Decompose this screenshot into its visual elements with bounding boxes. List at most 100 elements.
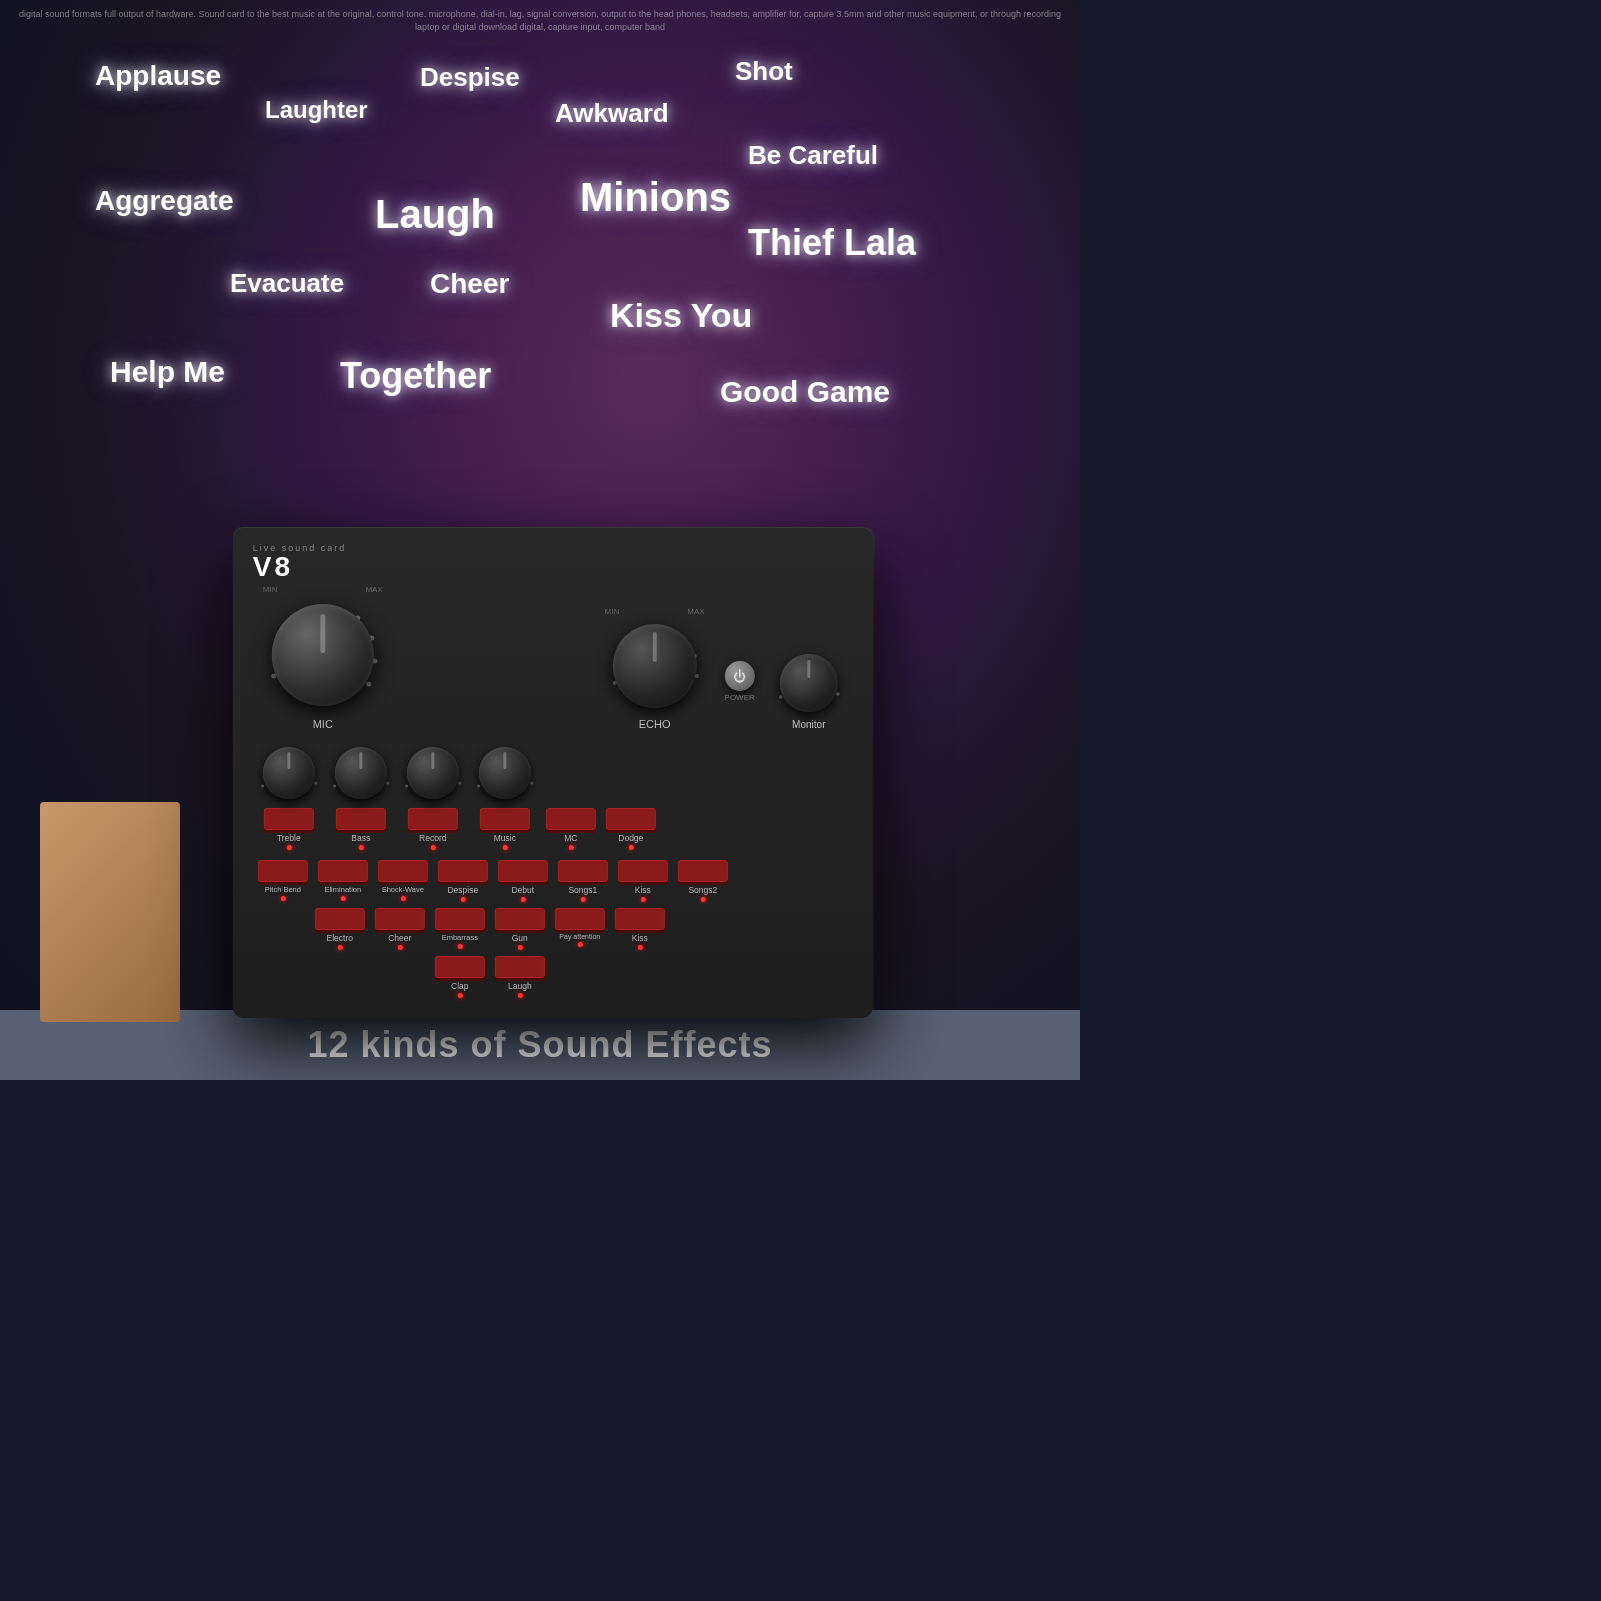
mic-knob[interactable] xyxy=(272,604,374,706)
laugh-label: Laugh xyxy=(508,981,532,991)
bass-knob[interactable] xyxy=(335,747,387,799)
cheer-label: Cheer xyxy=(388,933,411,943)
echo-knob[interactable] xyxy=(613,624,697,708)
treble-label: Treble xyxy=(277,833,301,843)
treble-knob[interactable] xyxy=(263,747,315,799)
bottom-banner-text: 12 kinds of Sound Effects xyxy=(307,1024,772,1066)
main-scene: digital sound formats full output of har… xyxy=(0,0,1080,1080)
embarrass-container: Embarrass xyxy=(435,908,485,950)
kiss-btn[interactable] xyxy=(618,860,668,882)
cheer-led xyxy=(397,945,402,950)
fifth-row: Clap Laugh xyxy=(253,956,853,998)
echo-knob-ring xyxy=(607,618,703,714)
monitor-knob[interactable] xyxy=(780,654,838,712)
floating-label-aggregate: Aggregate xyxy=(95,185,233,217)
elimination-btn[interactable] xyxy=(318,860,368,882)
laugh-btn[interactable] xyxy=(495,956,545,978)
music-indicator xyxy=(503,752,506,769)
shockwave-container: Shock-Wave xyxy=(378,860,428,902)
floating-label-be-careful: Be Careful xyxy=(748,140,878,171)
floating-label-kiss-you: Kiss You xyxy=(610,296,752,335)
gun-btn[interactable] xyxy=(495,908,545,930)
electro-btn[interactable] xyxy=(315,908,365,930)
debut-btn[interactable] xyxy=(498,860,548,882)
despise-label: Despise xyxy=(447,885,478,895)
mic-label: MIC xyxy=(313,718,333,730)
floating-label-laugh: Laugh xyxy=(375,192,495,237)
mic-knob-ring xyxy=(264,596,382,714)
device-wrapper: Live sound card V8 MIN MAX xyxy=(233,527,873,1018)
bass-led xyxy=(358,845,363,850)
gun-container: Gun xyxy=(495,908,545,950)
clap-led xyxy=(457,993,462,998)
bass-knob-ring xyxy=(330,742,392,804)
svg-point-23 xyxy=(836,692,840,696)
clap-btn[interactable] xyxy=(435,956,485,978)
dodge-container: Dodge xyxy=(606,808,656,850)
svg-point-51 xyxy=(530,781,533,784)
echo-max-label: MAX xyxy=(687,607,704,616)
elimination-label: Elimination xyxy=(324,885,361,894)
pitchbend-btn[interactable] xyxy=(258,860,308,882)
kiss2-container: Kiss xyxy=(615,908,665,950)
bass-btn[interactable] xyxy=(336,808,386,830)
mc-btn[interactable] xyxy=(546,808,596,830)
shockwave-led xyxy=(400,896,405,901)
payattention-led xyxy=(577,942,582,947)
dodge-btn[interactable] xyxy=(606,808,656,830)
songs1-btn[interactable] xyxy=(558,860,608,882)
treble-btn[interactable] xyxy=(264,808,314,830)
floating-label-minions: Minions xyxy=(580,175,731,220)
music-btn[interactable] xyxy=(480,808,530,830)
songs1-label: Songs1 xyxy=(568,885,597,895)
svg-point-24 xyxy=(261,784,264,787)
cheer-btn[interactable] xyxy=(375,908,425,930)
floating-label-together: Together xyxy=(340,355,491,397)
echo-label: ECHO xyxy=(639,718,671,730)
record-knob-ring xyxy=(402,742,464,804)
despise-led xyxy=(460,897,465,902)
record-btn[interactable] xyxy=(408,808,458,830)
elimination-container: Elimination xyxy=(318,860,368,902)
kiss2-btn[interactable] xyxy=(615,908,665,930)
payattention-btn[interactable] xyxy=(555,908,605,930)
power-button[interactable]: ⏻ xyxy=(725,661,755,691)
debut-container: Debut xyxy=(498,860,548,902)
power-area: ⏻ POWER xyxy=(725,661,755,702)
electro-container: Electro xyxy=(315,908,365,950)
songs2-btn[interactable] xyxy=(678,860,728,882)
embarrass-btn[interactable] xyxy=(435,908,485,930)
floating-label-applause: Applause xyxy=(95,60,221,92)
kiss-led xyxy=(640,897,645,902)
svg-point-38 xyxy=(405,784,408,787)
svg-point-31 xyxy=(333,784,336,787)
despise-btn[interactable] xyxy=(438,860,488,882)
echo-minmax: MIN MAX xyxy=(605,607,705,616)
svg-point-8 xyxy=(366,682,371,687)
despise-btn-container: Despise xyxy=(438,860,488,902)
music-knob[interactable] xyxy=(479,747,531,799)
payattention-label: Pay attention xyxy=(559,933,600,940)
record-knob[interactable] xyxy=(407,747,459,799)
bass-indicator xyxy=(359,752,362,769)
device-brand: V8 xyxy=(253,553,347,581)
floating-label-laughter: Laughter xyxy=(265,96,368,124)
mic-max-label: MAX xyxy=(365,585,382,594)
songs1-container: Songs1 xyxy=(558,860,608,902)
payattention-container: Pay attention xyxy=(555,908,605,950)
shockwave-btn[interactable] xyxy=(378,860,428,882)
treble-led xyxy=(286,845,291,850)
mic-knob-container: MIN MAX xyxy=(263,585,383,730)
elimination-led xyxy=(340,896,345,901)
third-row: Pitch Bend Elimination Shock-Wave xyxy=(253,860,853,902)
floating-label-cheer: Cheer xyxy=(430,268,509,300)
kiss2-label: Kiss xyxy=(632,933,648,943)
mic-min-label: MIN xyxy=(263,585,278,594)
mc-label: MC xyxy=(564,833,577,843)
cheer-container: Cheer xyxy=(375,908,425,950)
treble-knob-ring xyxy=(258,742,320,804)
floating-label-shot: Shot xyxy=(735,56,793,87)
floating-label-evacuate: Evacuate xyxy=(230,268,344,299)
embarrass-label: Embarrass xyxy=(442,933,478,942)
clap-label: Clap xyxy=(451,981,468,991)
